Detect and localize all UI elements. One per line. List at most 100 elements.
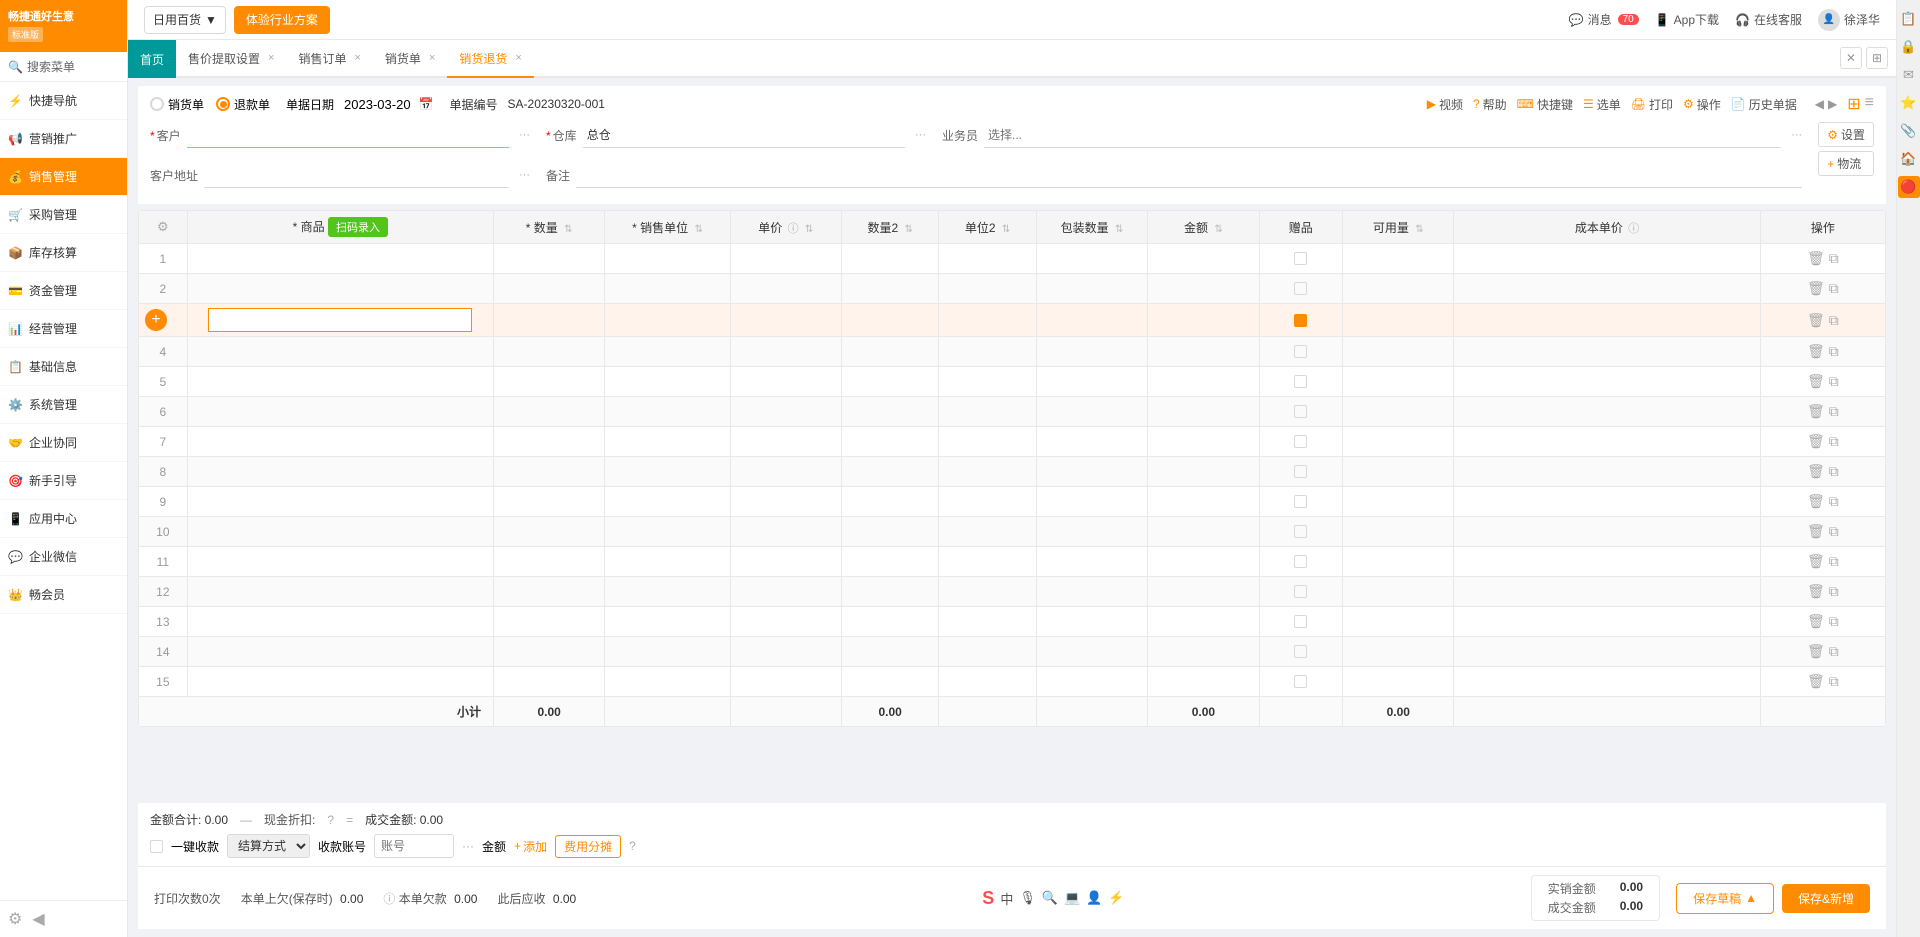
cost-cell[interactable] — [1454, 274, 1760, 304]
gift-checkbox[interactable] — [1294, 555, 1307, 568]
qty-cell[interactable] — [493, 274, 604, 304]
tab-return[interactable]: 销货退货 × — [447, 40, 533, 78]
sidebar-item-basic[interactable]: 📋 基础信息 — [0, 348, 127, 386]
sidebar-item-search[interactable]: 🔍 搜索菜单 — [0, 52, 127, 82]
help-btn[interactable]: ? 帮助 — [1473, 96, 1507, 113]
copy-row-btn[interactable]: ⧉ — [1829, 343, 1839, 360]
right-tool-7[interactable]: 🔴 — [1898, 176, 1920, 198]
gift-checkbox[interactable] — [1294, 645, 1307, 658]
qty-cell[interactable] — [493, 244, 604, 274]
copy-row-btn[interactable]: ⧉ — [1829, 493, 1839, 510]
experience-btn[interactable]: 体验行业方案 — [234, 6, 330, 34]
copy-row-btn[interactable]: ⧉ — [1829, 523, 1839, 540]
delete-row-btn[interactable]: 🗑 — [1807, 373, 1825, 390]
tool6[interactable]: ⚡ — [1108, 890, 1124, 906]
product-cell[interactable] — [187, 244, 493, 274]
gift-checkbox[interactable] — [1294, 375, 1307, 388]
product-cell[interactable] — [187, 274, 493, 304]
shortcut-btn[interactable]: ⌨ 快捷键 — [1517, 96, 1573, 113]
address-input[interactable] — [204, 162, 509, 188]
video-btn[interactable]: ▶ 视频 — [1427, 96, 1463, 113]
payment-checkbox[interactable] — [150, 840, 163, 853]
sidebar-item-enterprise2[interactable]: 💬 企业微信 — [0, 538, 127, 576]
tool3[interactable]: 🔍 — [1042, 890, 1058, 906]
tab-sales-close[interactable]: × — [429, 52, 435, 64]
print-btn[interactable]: 🖨 打印 — [1631, 96, 1673, 113]
copy-row-btn[interactable]: ⧉ — [1829, 553, 1839, 570]
cost-cell[interactable] — [1454, 304, 1760, 337]
save-draft-btn[interactable]: 保存草稿 ▲ — [1676, 883, 1774, 914]
qty-sort-icon[interactable]: ⇅ — [564, 224, 572, 235]
delete-row-btn[interactable]: 🗑 — [1807, 583, 1825, 600]
settings-icon[interactable]: ⚙ — [8, 909, 22, 929]
available-cell[interactable] — [1343, 244, 1454, 274]
cost-info-icon[interactable]: ⓘ — [1628, 223, 1639, 235]
delete-row-btn[interactable]: 🗑 — [1807, 673, 1825, 690]
account-input[interactable] — [374, 834, 454, 858]
list-view-icon[interactable]: ≡ — [1865, 94, 1874, 114]
gift-cell[interactable] — [1259, 304, 1343, 337]
tab-order-close[interactable]: × — [354, 52, 360, 64]
price-cell[interactable] — [730, 304, 841, 337]
available-sort-icon[interactable]: ⇅ — [1415, 224, 1423, 235]
copy-row-btn[interactable]: ⧉ — [1829, 373, 1839, 390]
sidebar-item-purchase[interactable]: 🛒 采购管理 — [0, 196, 127, 234]
question-icon[interactable]: ? — [327, 813, 334, 827]
unit2-cell[interactable] — [939, 244, 1036, 274]
packqty-cell[interactable] — [1036, 274, 1147, 304]
copy-row-btn[interactable]: ⧉ — [1829, 280, 1839, 297]
sidebar-item-system[interactable]: ⚙️ 系统管理 — [0, 386, 127, 424]
settings-side-btn[interactable]: ⚙ 设置 — [1818, 122, 1874, 147]
th-gear[interactable]: ⚙ — [139, 211, 188, 244]
gift-checkbox[interactable] — [1294, 585, 1307, 598]
calc-method-select[interactable]: 结算方式 — [227, 834, 310, 858]
copy-row-btn[interactable]: ⧉ — [1829, 643, 1839, 660]
warehouse-select-icon[interactable]: ··· — [915, 129, 926, 141]
right-tool-2[interactable]: 🔒 — [1898, 36, 1920, 58]
collapse-icon[interactable]: ◀ — [32, 909, 44, 929]
message-btn[interactable]: 💬 消息 70 — [1569, 11, 1639, 28]
sidebar-item-inventory[interactable]: 📦 库存核算 — [0, 234, 127, 272]
copy-row-btn[interactable]: ⧉ — [1829, 433, 1839, 450]
select-btn[interactable]: ☰ 选单 — [1583, 96, 1621, 113]
app-download-btn[interactable]: 📱 App下载 — [1655, 11, 1719, 28]
gift-checkbox[interactable] — [1294, 282, 1307, 295]
radio-return[interactable]: 退款单 — [216, 96, 270, 113]
packqty-sort-icon[interactable]: ⇅ — [1115, 224, 1123, 235]
sidebar-item-enterprise[interactable]: 🤝 企业协同 — [0, 424, 127, 462]
copy-row-btn[interactable]: ⧉ — [1829, 613, 1839, 630]
tab-price-close[interactable]: × — [268, 52, 274, 64]
nav-next-icon[interactable]: ▶ — [1828, 97, 1837, 111]
tab-order[interactable]: 销售订单 × — [286, 40, 372, 78]
add-payment-btn[interactable]: + 添加 — [514, 838, 547, 855]
expenses-help-icon[interactable]: ? — [629, 839, 636, 853]
logistics-btn[interactable]: + 物流 — [1818, 151, 1874, 176]
qty-cell[interactable] — [493, 304, 604, 337]
packqty-cell[interactable] — [1036, 304, 1147, 337]
tool4[interactable]: 💻 — [1064, 890, 1080, 906]
delete-row-btn[interactable]: 🗑 — [1807, 250, 1825, 267]
delete-row-btn[interactable]: 🗑 — [1807, 463, 1825, 480]
gift-checkbox[interactable] — [1294, 405, 1307, 418]
copy-row-btn[interactable]: ⧉ — [1829, 403, 1839, 420]
copy-row-btn[interactable]: ⧉ — [1829, 312, 1839, 329]
scan-btn[interactable]: 扫码录入 — [328, 217, 388, 237]
right-tool-4[interactable]: ⭐ — [1898, 92, 1920, 114]
unit-cell[interactable] — [605, 244, 730, 274]
unit-cell[interactable] — [605, 274, 730, 304]
tab-price[interactable]: 售价提取设置 × — [176, 40, 286, 78]
delete-row-btn[interactable]: 🗑 — [1807, 280, 1825, 297]
product-cell-active[interactable] — [187, 304, 493, 337]
gift-checkbox-active[interactable] — [1294, 314, 1307, 327]
amount-sort-icon[interactable]: ⇅ — [1214, 224, 1222, 235]
price-info-icon[interactable]: ⓘ — [788, 223, 799, 235]
delete-row-btn[interactable]: 🗑 — [1807, 403, 1825, 420]
tab-home[interactable]: 首页 — [128, 40, 176, 78]
price-cell[interactable] — [730, 274, 841, 304]
industry-select[interactable]: 日用百货 ▼ — [144, 6, 226, 34]
tool5[interactable]: 👤 — [1086, 890, 1102, 906]
ops-btn[interactable]: ⚙ 操作 — [1683, 96, 1721, 113]
tool2[interactable]: 🎙 — [1019, 890, 1036, 906]
amount-cell[interactable] — [1148, 244, 1259, 274]
product-input[interactable] — [208, 308, 472, 332]
